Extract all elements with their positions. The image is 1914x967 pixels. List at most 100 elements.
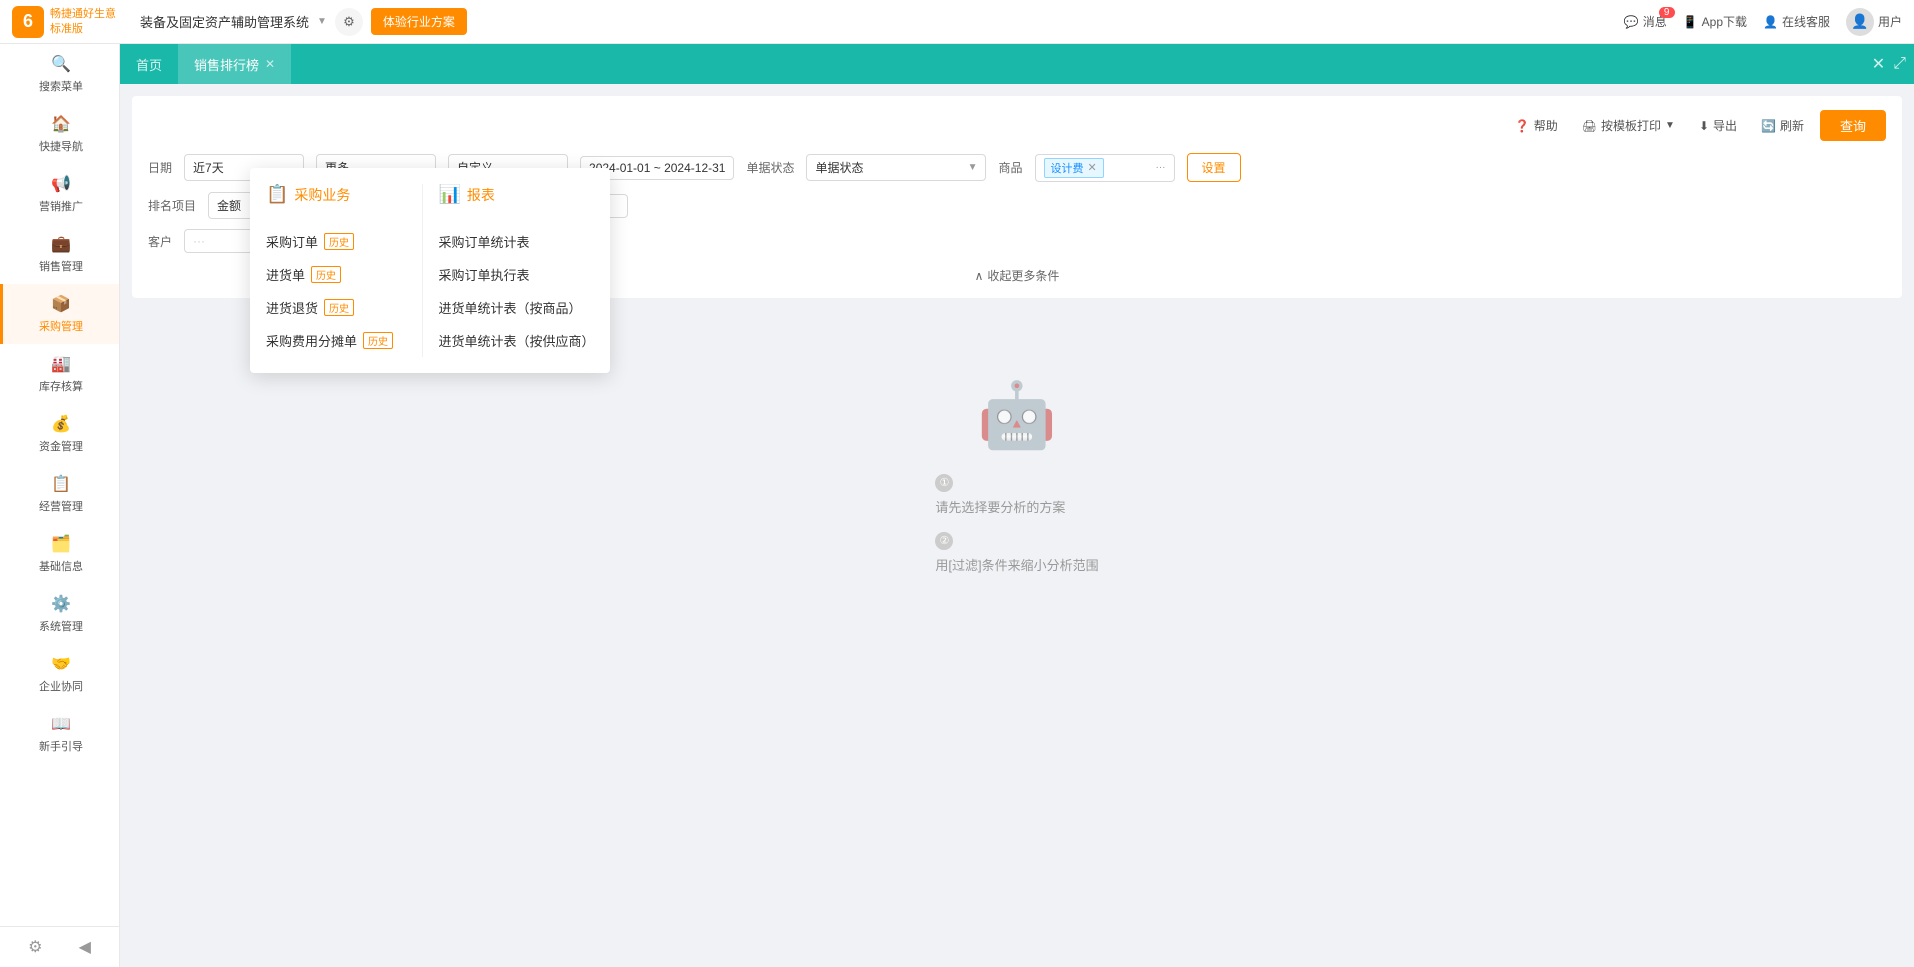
- purchase-order-badge: 历史: [324, 233, 354, 250]
- sidebar-footer: ⚙ ◀: [0, 926, 119, 967]
- footer-collapse-btn[interactable]: ◀: [79, 937, 91, 957]
- sidebar-item-search[interactable]: 🔍 搜索菜单: [0, 44, 119, 104]
- sidebar-item-purchase[interactable]: 📦 采购管理: [0, 284, 119, 344]
- sidebar-item-sales[interactable]: 💼 销售管理: [0, 224, 119, 284]
- online-service-btn[interactable]: 👤 在线客服: [1763, 13, 1830, 30]
- search-icon: 🔍: [51, 54, 71, 74]
- print-btn[interactable]: 🖨 按模板打印 ▼: [1574, 113, 1683, 138]
- settings-small-button[interactable]: 设置: [1187, 153, 1241, 182]
- report-section-title: 📊 报表: [439, 184, 595, 213]
- refresh-btn[interactable]: 🔄 刷新: [1753, 113, 1812, 138]
- message-icon: 💬: [1624, 15, 1639, 29]
- system-icon: ⚙️: [51, 594, 71, 614]
- query-button[interactable]: 查询: [1820, 110, 1886, 141]
- system-dropdown-arrow[interactable]: ▼: [317, 16, 327, 27]
- logo-text: 畅捷通好生意 标准版: [50, 7, 116, 36]
- service-icon: 👤: [1763, 15, 1778, 29]
- tab-bar: 首页 销售排行榜 ✕ ✕ ⤢: [120, 44, 1914, 84]
- sidebar-item-guide[interactable]: 📖 新手引导: [0, 704, 119, 764]
- menu-item-return[interactable]: 进货退货 历史: [266, 291, 422, 324]
- tab-close-icon[interactable]: ✕: [265, 57, 275, 71]
- help-btn[interactable]: ❓ 帮助: [1507, 113, 1566, 138]
- basics-icon: 🗂️: [51, 534, 71, 554]
- purchase-section: 📋 采购业务 采购订单 历史 进货单 历史 进货退货: [266, 184, 422, 357]
- report-section: 📊 报表 采购订单统计表 采购订单执行表 进货单统计表（按商品）: [422, 184, 595, 357]
- sidebar-item-basics[interactable]: 🗂️ 基础信息: [0, 524, 119, 584]
- goods-tag-close[interactable]: ✕: [1088, 161, 1097, 174]
- logo-area: 6 畅捷通好生意 标准版: [12, 6, 132, 38]
- print-dropdown-icon: ▼: [1665, 120, 1675, 131]
- refresh-icon: 🔄: [1761, 119, 1776, 133]
- settings-icon-btn[interactable]: ⚙: [335, 8, 363, 36]
- enterprise-icon: 🤝: [51, 654, 71, 674]
- inventory-icon: 🏭: [51, 354, 71, 374]
- tab-close-window-icon[interactable]: ✕: [1872, 54, 1885, 74]
- menu-item-order-stats[interactable]: 采购订单统计表: [439, 225, 595, 258]
- system-info: 装备及固定资产辅助管理系统 ▼ ⚙ 体验行业方案: [132, 8, 1624, 36]
- sidebar-item-finance[interactable]: 💰 资金管理: [0, 404, 119, 464]
- purchase-section-title: 📋 采购业务: [266, 184, 422, 213]
- industry-button[interactable]: 体验行业方案: [371, 8, 467, 35]
- tab-sales-rank[interactable]: 销售排行榜 ✕: [178, 44, 291, 84]
- menu-item-order-exec[interactable]: 采购订单执行表: [439, 258, 595, 291]
- topbar-right: 💬 消息 9 📱 App下载 👤 在线客服 👤 用户: [1624, 8, 1902, 36]
- collapse-button[interactable]: ∧ 收起更多条件: [975, 267, 1060, 284]
- sidebar-item-marketing[interactable]: 📢 营销推广: [0, 164, 119, 224]
- empty-text: ① 请先选择要分析的方案 ② 用[过滤]条件来缩小分析范围: [935, 469, 1098, 579]
- goods-dots[interactable]: ···: [1156, 162, 1166, 173]
- messages-btn[interactable]: 💬 消息 9: [1624, 13, 1667, 30]
- main-content: ❓ 帮助 🖨 按模板打印 ▼ ⬇ 导出 🔄: [120, 84, 1914, 967]
- order-status-select[interactable]: 单据状态 ▼: [806, 154, 986, 181]
- goods-tag: 设计费 ✕: [1044, 158, 1104, 178]
- date-label: 日期: [148, 159, 172, 176]
- operations-icon: 📋: [51, 474, 71, 494]
- sidebar-item-operations[interactable]: 📋 经营管理: [0, 464, 119, 524]
- sidebar-item-enterprise[interactable]: 🤝 企业协同: [0, 644, 119, 704]
- sidebar: 🔍 搜索菜单 🏠 快捷导航 📢 营销推广 💼 销售管理 📦 采购管理 🏭: [0, 44, 120, 967]
- report-section-icon: 📊: [439, 184, 461, 205]
- rank-label: 排名项目: [148, 197, 196, 214]
- expense-badge: 历史: [363, 332, 393, 349]
- sidebar-item-quicknav[interactable]: 🏠 快捷导航: [0, 104, 119, 164]
- tabbar-right-icons: ✕ ⤢: [1872, 54, 1914, 74]
- finance-icon: 💰: [51, 414, 71, 434]
- help-icon: ❓: [1515, 119, 1530, 133]
- collapse-up-icon: ∧: [975, 269, 984, 283]
- return-badge: 历史: [324, 299, 354, 316]
- sales-icon: 💼: [51, 234, 71, 254]
- marketing-icon: 📢: [51, 174, 71, 194]
- purchase-section-icon: 📋: [266, 184, 288, 205]
- footer-settings-btn[interactable]: ⚙: [28, 937, 42, 957]
- phone-icon: 📱: [1683, 15, 1698, 29]
- export-icon: ⬇: [1699, 119, 1709, 133]
- sidebar-item-inventory[interactable]: 🏭 库存核算: [0, 344, 119, 404]
- home-icon: 🏠: [51, 114, 71, 134]
- menu-item-incoming-by-goods[interactable]: 进货单统计表（按商品）: [439, 291, 595, 324]
- empty-robot-icon: 🤖: [977, 378, 1057, 453]
- app-download-btn[interactable]: 📱 App下载: [1683, 13, 1747, 30]
- menu-item-incoming[interactable]: 进货单 历史: [266, 258, 422, 291]
- empty-hint-1: ① 请先选择要分析的方案: [935, 469, 1098, 521]
- goods-label: 商品: [998, 159, 1022, 176]
- status-dropdown-icon: ▼: [968, 162, 978, 173]
- messages-badge: 9: [1659, 7, 1675, 18]
- sidebar-item-system[interactable]: ⚙️ 系统管理: [0, 584, 119, 644]
- menu-item-purchase-order[interactable]: 采购订单 历史: [266, 225, 422, 258]
- menu-item-expense[interactable]: 采购费用分摊单 历史: [266, 324, 422, 357]
- purchase-dropdown-menu: 📋 采购业务 采购订单 历史 进货单 历史 进货退货: [250, 168, 610, 373]
- export-btn[interactable]: ⬇ 导出: [1691, 113, 1745, 138]
- user-menu-btn[interactable]: 👤 用户: [1846, 8, 1902, 36]
- incoming-badge: 历史: [311, 266, 341, 283]
- user-avatar: 👤: [1846, 8, 1874, 36]
- purchase-icon: 📦: [51, 294, 71, 314]
- order-status-label: 单据状态: [746, 159, 794, 176]
- print-icon: 🖨: [1582, 119, 1597, 133]
- tab-expand-icon[interactable]: ⤢: [1893, 55, 1906, 73]
- guide-icon: 📖: [51, 714, 71, 734]
- tab-home[interactable]: 首页: [120, 44, 178, 84]
- goods-input[interactable]: 设计费 ✕ ···: [1035, 154, 1175, 182]
- system-name: 装备及固定资产辅助管理系统: [140, 12, 309, 31]
- logo-icon: 6: [12, 6, 44, 38]
- empty-hint-2: ② 用[过滤]条件来缩小分析范围: [935, 527, 1098, 579]
- menu-item-incoming-by-supplier[interactable]: 进货单统计表（按供应商）: [439, 324, 595, 357]
